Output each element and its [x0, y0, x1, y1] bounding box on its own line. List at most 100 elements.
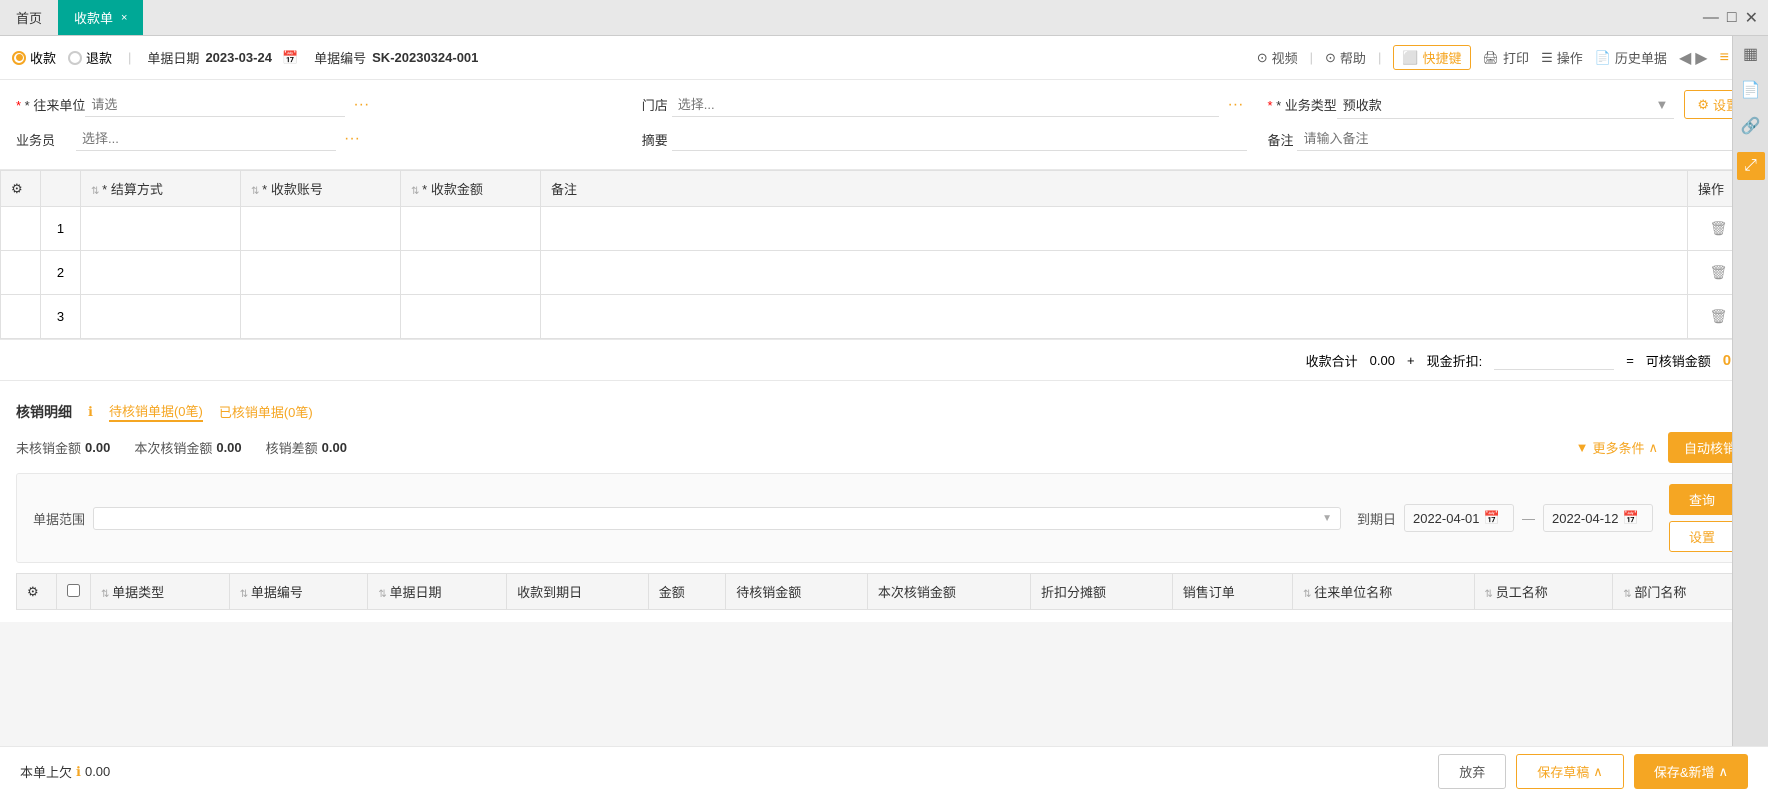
minimize-icon[interactable]: — [1703, 9, 1719, 27]
salesperson-input[interactable] [76, 127, 336, 151]
sidebar-table-icon[interactable]: ▦ [1743, 44, 1758, 64]
row1-delete-icon[interactable]: 🗑 [1710, 220, 1728, 237]
bt-col-discount: 折扣分摊额 [1031, 574, 1173, 610]
save-new-button[interactable]: 保存&新增 ∧ [1634, 754, 1748, 789]
pending-tab[interactable]: 待核销单据(0笔) [109, 401, 203, 422]
footer: 本单上欠 ℹ 0.00 放弃 保存草稿 ∧ 保存&新增 ∧ [0, 746, 1768, 796]
row1-account[interactable] [241, 207, 401, 251]
bt-col-settings[interactable]: ⚙ [17, 574, 57, 610]
query-section: 单据范围 ▼ 到期日 2022-04-01 📅 — 2022-04-12 📅 [16, 473, 1752, 563]
discount-input[interactable] [1494, 350, 1614, 370]
date-range-field: 到期日 2022-04-01 📅 — 2022-04-12 📅 [1357, 504, 1653, 532]
bt-settings-icon[interactable]: ⚙ [27, 584, 39, 599]
row3-account[interactable] [241, 295, 401, 339]
bt-col-checkbox[interactable] [57, 574, 91, 610]
row1-settlement[interactable] [81, 207, 241, 251]
bt-sort-icon4: ⇅ [1303, 589, 1314, 600]
row3-settlement[interactable] [81, 295, 241, 339]
print-btn[interactable]: 🖨 打印 [1483, 48, 1530, 67]
sidebar-expand-icon[interactable]: ⤢ [1737, 152, 1765, 180]
business-type-field: * 业务类型 预收款 ▼ ⚙ 设置 [1267, 90, 1752, 119]
filter-icon: ▼ [1576, 440, 1589, 455]
current-stat: 本次核销金额 0.00 [134, 438, 241, 457]
remark-field: 备注 [1267, 127, 1752, 151]
table-row: 2 🗑 ⧉ [1, 251, 1768, 295]
video-btn[interactable]: ⊙ 视频 [1257, 48, 1298, 67]
footer-info-icon[interactable]: ℹ [76, 764, 81, 780]
salesperson-more-btn[interactable]: ··· [340, 130, 364, 148]
main-content: 收款 退款 | 单据日期 2023-03-24 📅 单据编号 SK-202303… [0, 36, 1768, 622]
row2-account[interactable] [241, 251, 401, 295]
date-label: 单据日期 [147, 48, 199, 67]
bt-select-all-checkbox[interactable] [67, 584, 80, 597]
row2-delete-icon[interactable]: 🗑 [1710, 264, 1728, 281]
done-tab[interactable]: 已核销单据(0笔) [219, 402, 313, 421]
counterparty-input[interactable] [85, 93, 345, 117]
refund-radio[interactable]: 退款 [68, 48, 112, 67]
reconcil-settings-button[interactable]: 设置 [1669, 521, 1735, 552]
maximize-icon[interactable]: □ [1727, 9, 1737, 27]
business-type-select[interactable]: 预收款 ▼ [1337, 91, 1675, 119]
tab-receipt-close[interactable]: × [121, 12, 127, 24]
sidebar-doc-icon[interactable]: 📄 [1741, 80, 1761, 100]
bt-col-pending: 待核销金额 [726, 574, 868, 610]
shortcut-btn[interactable]: ⬜ 快捷键 [1393, 45, 1470, 70]
next-arrow[interactable]: ▶ [1695, 48, 1707, 68]
row3-amount[interactable] [401, 295, 541, 339]
tab-bar: 首页 收款单 × — □ ✕ [0, 0, 1768, 36]
date-from-value: 2022-04-01 [1413, 511, 1480, 526]
sort-icon2: ⇅ [251, 186, 262, 197]
date-to-input[interactable]: 2022-04-12 📅 [1543, 504, 1653, 532]
col-row-num [41, 171, 81, 207]
col-settlement-header: ⇅ * 结算方式 [81, 171, 241, 207]
operation-btn[interactable]: ☰ 操作 [1541, 48, 1583, 67]
toolbar: 收款 退款 | 单据日期 2023-03-24 📅 单据编号 SK-202303… [0, 36, 1768, 80]
row1-remark[interactable] [541, 207, 1688, 251]
calendar-icon[interactable]: 📅 [282, 50, 298, 66]
counterparty-field: * 往来单位 ··· [16, 93, 622, 117]
date-from-input[interactable]: 2022-04-01 📅 [1404, 504, 1514, 532]
prev-arrow[interactable]: ◀ [1679, 48, 1691, 68]
bt-col-current: 本次核销金额 [867, 574, 1030, 610]
toolbar-sep1: | [1310, 50, 1313, 65]
row2-settlement[interactable] [81, 251, 241, 295]
bt-col-due-date: 收款到期日 [507, 574, 649, 610]
remark-input[interactable] [1297, 127, 1752, 151]
row3-delete-icon[interactable]: 🗑 [1710, 308, 1728, 325]
salesperson-field: 业务员 ··· [16, 127, 622, 151]
bill-no-label: 单据编号 [314, 48, 366, 67]
equals-sign: = [1626, 353, 1634, 368]
form-row-1: * 往来单位 ··· 门店 ··· * 业务类型 预收款 ▼ ⚙ 设置 [16, 90, 1752, 119]
due-date-label: 到期日 [1357, 509, 1396, 528]
available-label: 可核销金额 [1646, 351, 1711, 370]
reconcil-info-icon[interactable]: ℹ [88, 404, 93, 420]
mode-radio-group: 收款 退款 [12, 48, 112, 67]
tab-home[interactable]: 首页 [0, 0, 58, 35]
remark-label: 备注 [1267, 130, 1297, 149]
grid-view-icon[interactable]: ≡ [1720, 49, 1729, 67]
help-btn[interactable]: ⊙ 帮助 [1325, 48, 1366, 67]
tab-receipt[interactable]: 收款单 × [58, 0, 143, 35]
close-icon[interactable]: ✕ [1745, 8, 1758, 28]
abandon-button[interactable]: 放弃 [1438, 754, 1506, 789]
receipt-radio[interactable]: 收款 [12, 48, 56, 67]
store-more-btn[interactable]: ··· [1223, 96, 1247, 114]
save-draft-button[interactable]: 保存草稿 ∧ [1516, 754, 1624, 789]
discount-label: 现金折扣: [1427, 351, 1483, 370]
query-button[interactable]: 查询 [1669, 484, 1735, 515]
row3-remark[interactable] [541, 295, 1688, 339]
more-conditions-btn[interactable]: ▼ 更多条件 ∧ [1576, 438, 1658, 457]
table-settings-icon[interactable]: ⚙ [11, 181, 23, 196]
col-remark-header: 备注 [541, 171, 1688, 207]
summary-input[interactable] [672, 127, 1248, 151]
toolbar-right: ⊙ 视频 | ⊙ 帮助 | ⬜ 快捷键 🖨 打印 ☰ 操作 📄 [1257, 45, 1756, 70]
col-settings[interactable]: ⚙ [1, 171, 41, 207]
counterparty-more-btn[interactable]: ··· [349, 96, 373, 114]
row2-remark[interactable] [541, 251, 1688, 295]
row2-amount[interactable] [401, 251, 541, 295]
history-btn[interactable]: 📄 历史单据 [1595, 48, 1667, 67]
bill-range-select[interactable]: ▼ [93, 507, 1341, 530]
sidebar-link-icon[interactable]: 🔗 [1741, 116, 1761, 136]
row1-amount[interactable] [401, 207, 541, 251]
store-input[interactable] [672, 93, 1220, 117]
